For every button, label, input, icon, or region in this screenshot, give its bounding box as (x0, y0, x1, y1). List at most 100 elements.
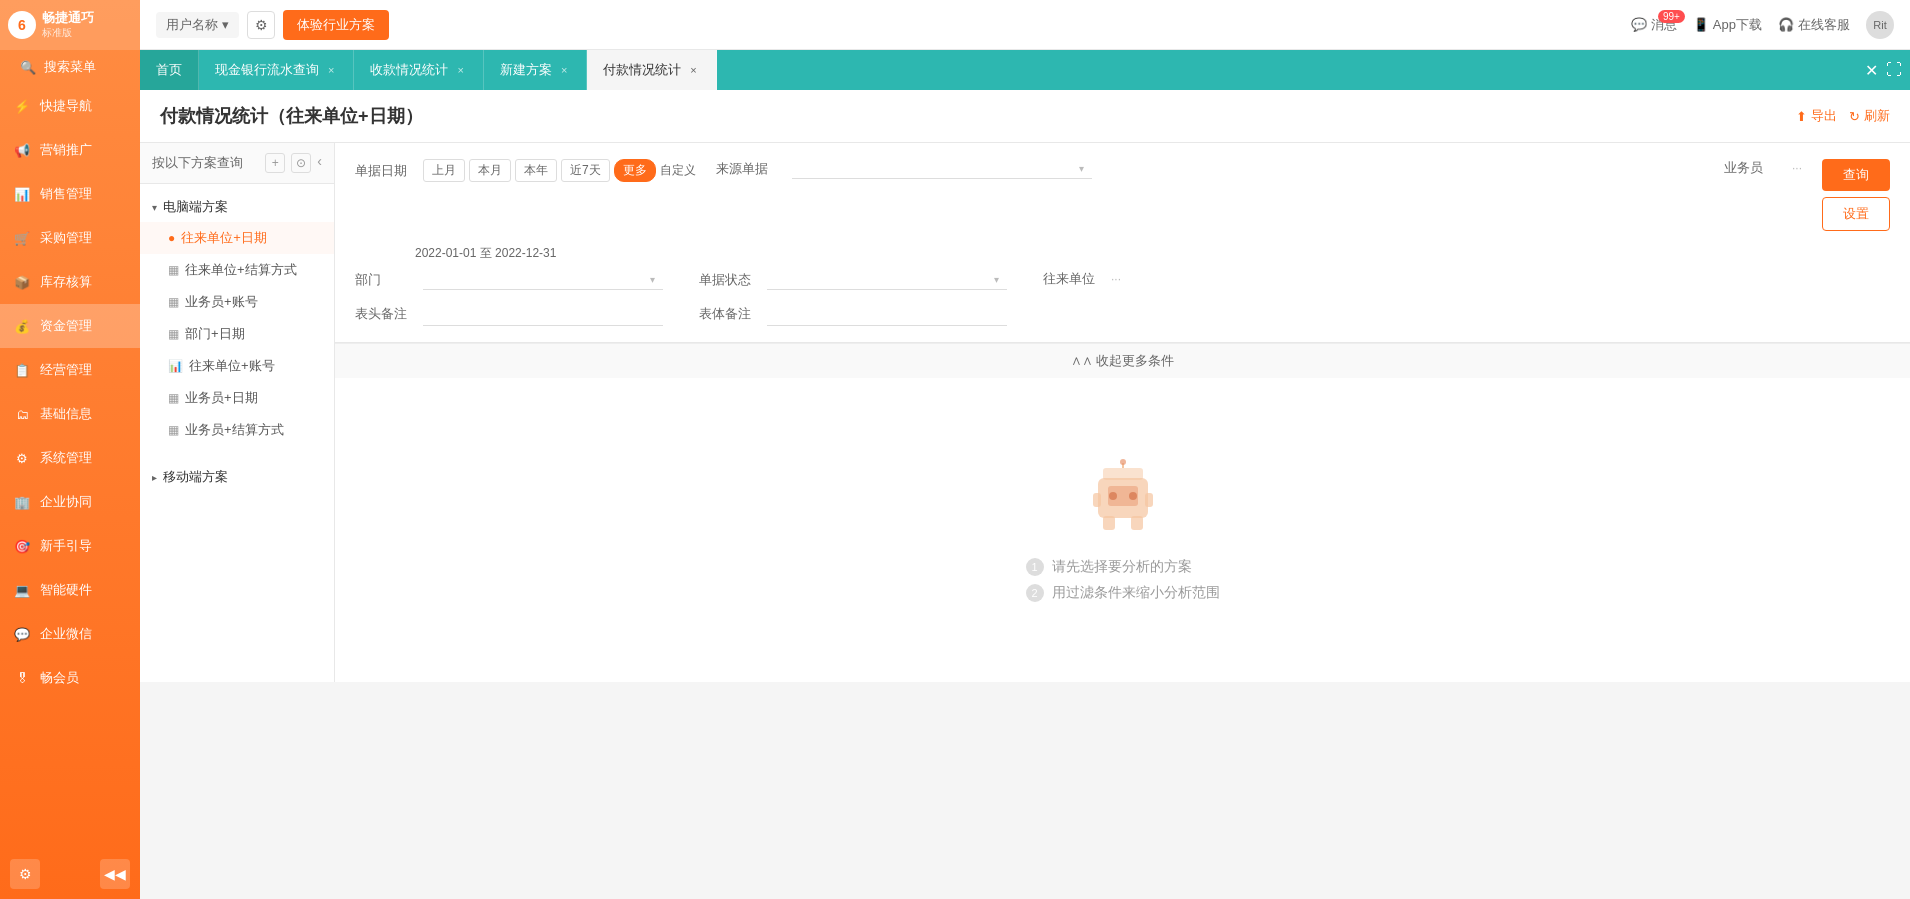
tab-home[interactable]: 首页 (140, 50, 199, 90)
sidebar-item-enterprise[interactable]: 🏢 企业协同 (0, 480, 140, 524)
payment-stats-close[interactable]: × (687, 63, 699, 77)
plan-item-label: 往来单位+日期 (181, 229, 267, 247)
tab-new-plan[interactable]: 新建方案 × (484, 50, 587, 90)
sidebar-item-hardware[interactable]: 💻 智能硬件 (0, 568, 140, 612)
plan-item-partner-settle[interactable]: ▦ 往来单位+结算方式 (140, 254, 334, 286)
message-btn[interactable]: 💬 消息 99+ (1631, 16, 1677, 34)
settings-gear-btn[interactable]: ⚙ (247, 11, 275, 39)
sidebar-nav: ⚡ 快捷导航 📢 营销推广 📊 销售管理 🛒 采购管理 📦 库存核算 💰 资金管… (0, 84, 140, 849)
sidebar-item-member[interactable]: 🎖 畅会员 (0, 656, 140, 700)
last-month-btn[interactable]: 上月 (423, 159, 465, 182)
sidebar-item-purchase[interactable]: 🛒 采购管理 (0, 216, 140, 260)
plan-settings-btn[interactable]: ⊙ (291, 153, 311, 173)
trial-btn[interactable]: 体验行业方案 (283, 10, 389, 40)
member-icon: 🎖 (12, 668, 32, 688)
sidebar-item-guide[interactable]: 🎯 新手引导 (0, 524, 140, 568)
dept-label: 部门 (355, 271, 415, 289)
export-btn[interactable]: ⬆ 导出 (1796, 107, 1837, 125)
hint-num-2: 2 (1026, 584, 1044, 602)
maximize-btn[interactable]: ⛶ (1886, 61, 1902, 79)
filter-section: 单据日期 上月 本月 本年 近7天 更多 自定义 (335, 143, 1910, 343)
plan-item-dept-date[interactable]: ▦ 部门+日期 (140, 318, 334, 350)
settings-bottom-btn[interactable]: ⚙ (10, 859, 40, 889)
collapse-sidebar-btn[interactable]: ◀◀ (100, 859, 130, 889)
sidebar-item-finance[interactable]: 💰 资金管理 (0, 304, 140, 348)
headset-icon: 🎧 (1778, 17, 1794, 32)
tab-bank-flow[interactable]: 现金银行流水查询 × (199, 50, 354, 90)
user-selector[interactable]: 用户名称 ▾ (156, 12, 239, 38)
head-note-input[interactable] (423, 302, 663, 326)
system-icon: ⚙ (12, 448, 32, 468)
add-plan-btn[interactable]: + (265, 153, 285, 173)
plan-item-salesman-settle[interactable]: ▦ 业务员+结算方式 (140, 414, 334, 446)
panel-collapse-btn[interactable]: ‹ (317, 153, 322, 173)
pc-group-header[interactable]: ▾ 电脑端方案 (140, 192, 334, 222)
body-note-label: 表体备注 (699, 305, 759, 323)
tabs-bar: 首页 现金银行流水查询 × 收款情况统计 × 新建方案 × 付款情况统计 × ✕… (140, 50, 1910, 90)
sidebar-item-inventory[interactable]: 📦 库存核算 (0, 260, 140, 304)
dept-select[interactable]: ▾ (423, 270, 663, 290)
search-menu[interactable]: 🔍 搜索菜单 (0, 50, 140, 84)
last7-btn[interactable]: 近7天 (561, 159, 610, 182)
search-menu-label: 搜索菜单 (44, 58, 96, 76)
close-tab-btn[interactable]: ✕ (1865, 61, 1878, 80)
collapse-conditions-btn[interactable]: ∧∧ 收起更多条件 (335, 343, 1910, 378)
sidebar-item-wechat[interactable]: 💬 企业微信 (0, 612, 140, 656)
sidebar-item-system[interactable]: ⚙ 系统管理 (0, 436, 140, 480)
finance-icon: 💰 (12, 316, 32, 336)
collection-stats-close[interactable]: × (454, 63, 466, 77)
body-note-input[interactable] (767, 302, 1007, 326)
sidebar-item-label: 营销推广 (40, 141, 92, 159)
phone-icon: 📱 (1693, 17, 1709, 32)
source-select[interactable]: ▾ (792, 159, 1092, 179)
sidebar-item-label: 新手引导 (40, 537, 92, 555)
sidebar-item-sales[interactable]: 📊 销售管理 (0, 172, 140, 216)
logo-icon: 6 (8, 11, 36, 39)
new-plan-close[interactable]: × (558, 63, 570, 77)
dept-dropdown-icon: ▾ (650, 274, 655, 285)
export-label: 导出 (1811, 107, 1837, 125)
custom-btn[interactable]: 自定义 (660, 162, 696, 179)
quick-nav-icon: ⚡ (12, 96, 32, 116)
plan-item-salesman-date[interactable]: ▦ 业务员+日期 (140, 382, 334, 414)
search-icon: 🔍 (20, 60, 36, 75)
refresh-btn[interactable]: ↻ 刷新 (1849, 107, 1890, 125)
filter-row-2: 部门 ▾ 单据状态 ▾ (355, 270, 1890, 290)
pc-plan-group: ▾ 电脑端方案 ● 往来单位+日期 ▦ 往来单位+结算方式 ▦ 业务员+账号 (140, 184, 334, 454)
tab-payment-stats[interactable]: 付款情况统计 × (587, 50, 716, 90)
plan-chart-icon5: ▦ (168, 423, 179, 437)
avatar[interactable]: Rit (1866, 11, 1894, 39)
left-panel-header: 按以下方案查询 + ⊙ ‹ (140, 143, 334, 184)
query-btn[interactable]: 查询 (1822, 159, 1890, 191)
page-content: 付款情况统计（往来单位+日期） ⬆ 导出 ↻ 刷新 按以下方案查询 + (140, 90, 1910, 899)
svg-rect-5 (1145, 493, 1153, 507)
this-year-btn[interactable]: 本年 (515, 159, 557, 182)
plan-item-partner-date[interactable]: ● 往来单位+日期 (140, 222, 334, 254)
setting-btn[interactable]: 设置 (1822, 197, 1890, 231)
status-select[interactable]: ▾ (767, 270, 1007, 290)
sidebar-item-quick-nav[interactable]: ⚡ 快捷导航 (0, 84, 140, 128)
online-service-btn[interactable]: 🎧 在线客服 (1778, 16, 1850, 34)
payment-stats-label: 付款情况统计 (603, 61, 681, 79)
sidebar-item-basic[interactable]: 🗂 基础信息 (0, 392, 140, 436)
bank-flow-close[interactable]: × (325, 63, 337, 77)
app-download-btn[interactable]: 📱 App下载 (1693, 16, 1762, 34)
plan-item-partner-account[interactable]: 📊 往来单位+账号 (140, 350, 334, 382)
empty-hint: 1 请先选择要分析的方案 2 用过滤条件来缩小分析范围 (1026, 558, 1220, 602)
sidebar-item-operations[interactable]: 📋 经营管理 (0, 348, 140, 392)
export-icon: ⬆ (1796, 109, 1807, 124)
hint-num-1: 1 (1026, 558, 1044, 576)
plan-item-salesman-account[interactable]: ▦ 业务员+账号 (140, 286, 334, 318)
filter-date-item: 单据日期 上月 本月 本年 近7天 更多 自定义 (355, 159, 696, 182)
more-btn[interactable]: 更多 (614, 159, 656, 182)
panel-actions: + ⊙ ‹ (265, 153, 322, 173)
this-month-btn[interactable]: 本月 (469, 159, 511, 182)
sidebar-item-marketing[interactable]: 📢 营销推广 (0, 128, 140, 172)
tab-collection-stats[interactable]: 收款情况统计 × (354, 50, 483, 90)
mobile-group-arrow: ▸ (152, 472, 157, 483)
sidebar: 6 畅捷通巧 标准版 🔍 搜索菜单 ⚡ 快捷导航 📢 营销推广 📊 销售管理 🛒… (0, 0, 140, 899)
filter-query-actions: 查询 设置 (1822, 159, 1890, 231)
collection-stats-label: 收款情况统计 (370, 61, 448, 79)
plan-bar-icon: 📊 (168, 359, 183, 373)
mobile-group-header[interactable]: ▸ 移动端方案 (140, 462, 334, 492)
